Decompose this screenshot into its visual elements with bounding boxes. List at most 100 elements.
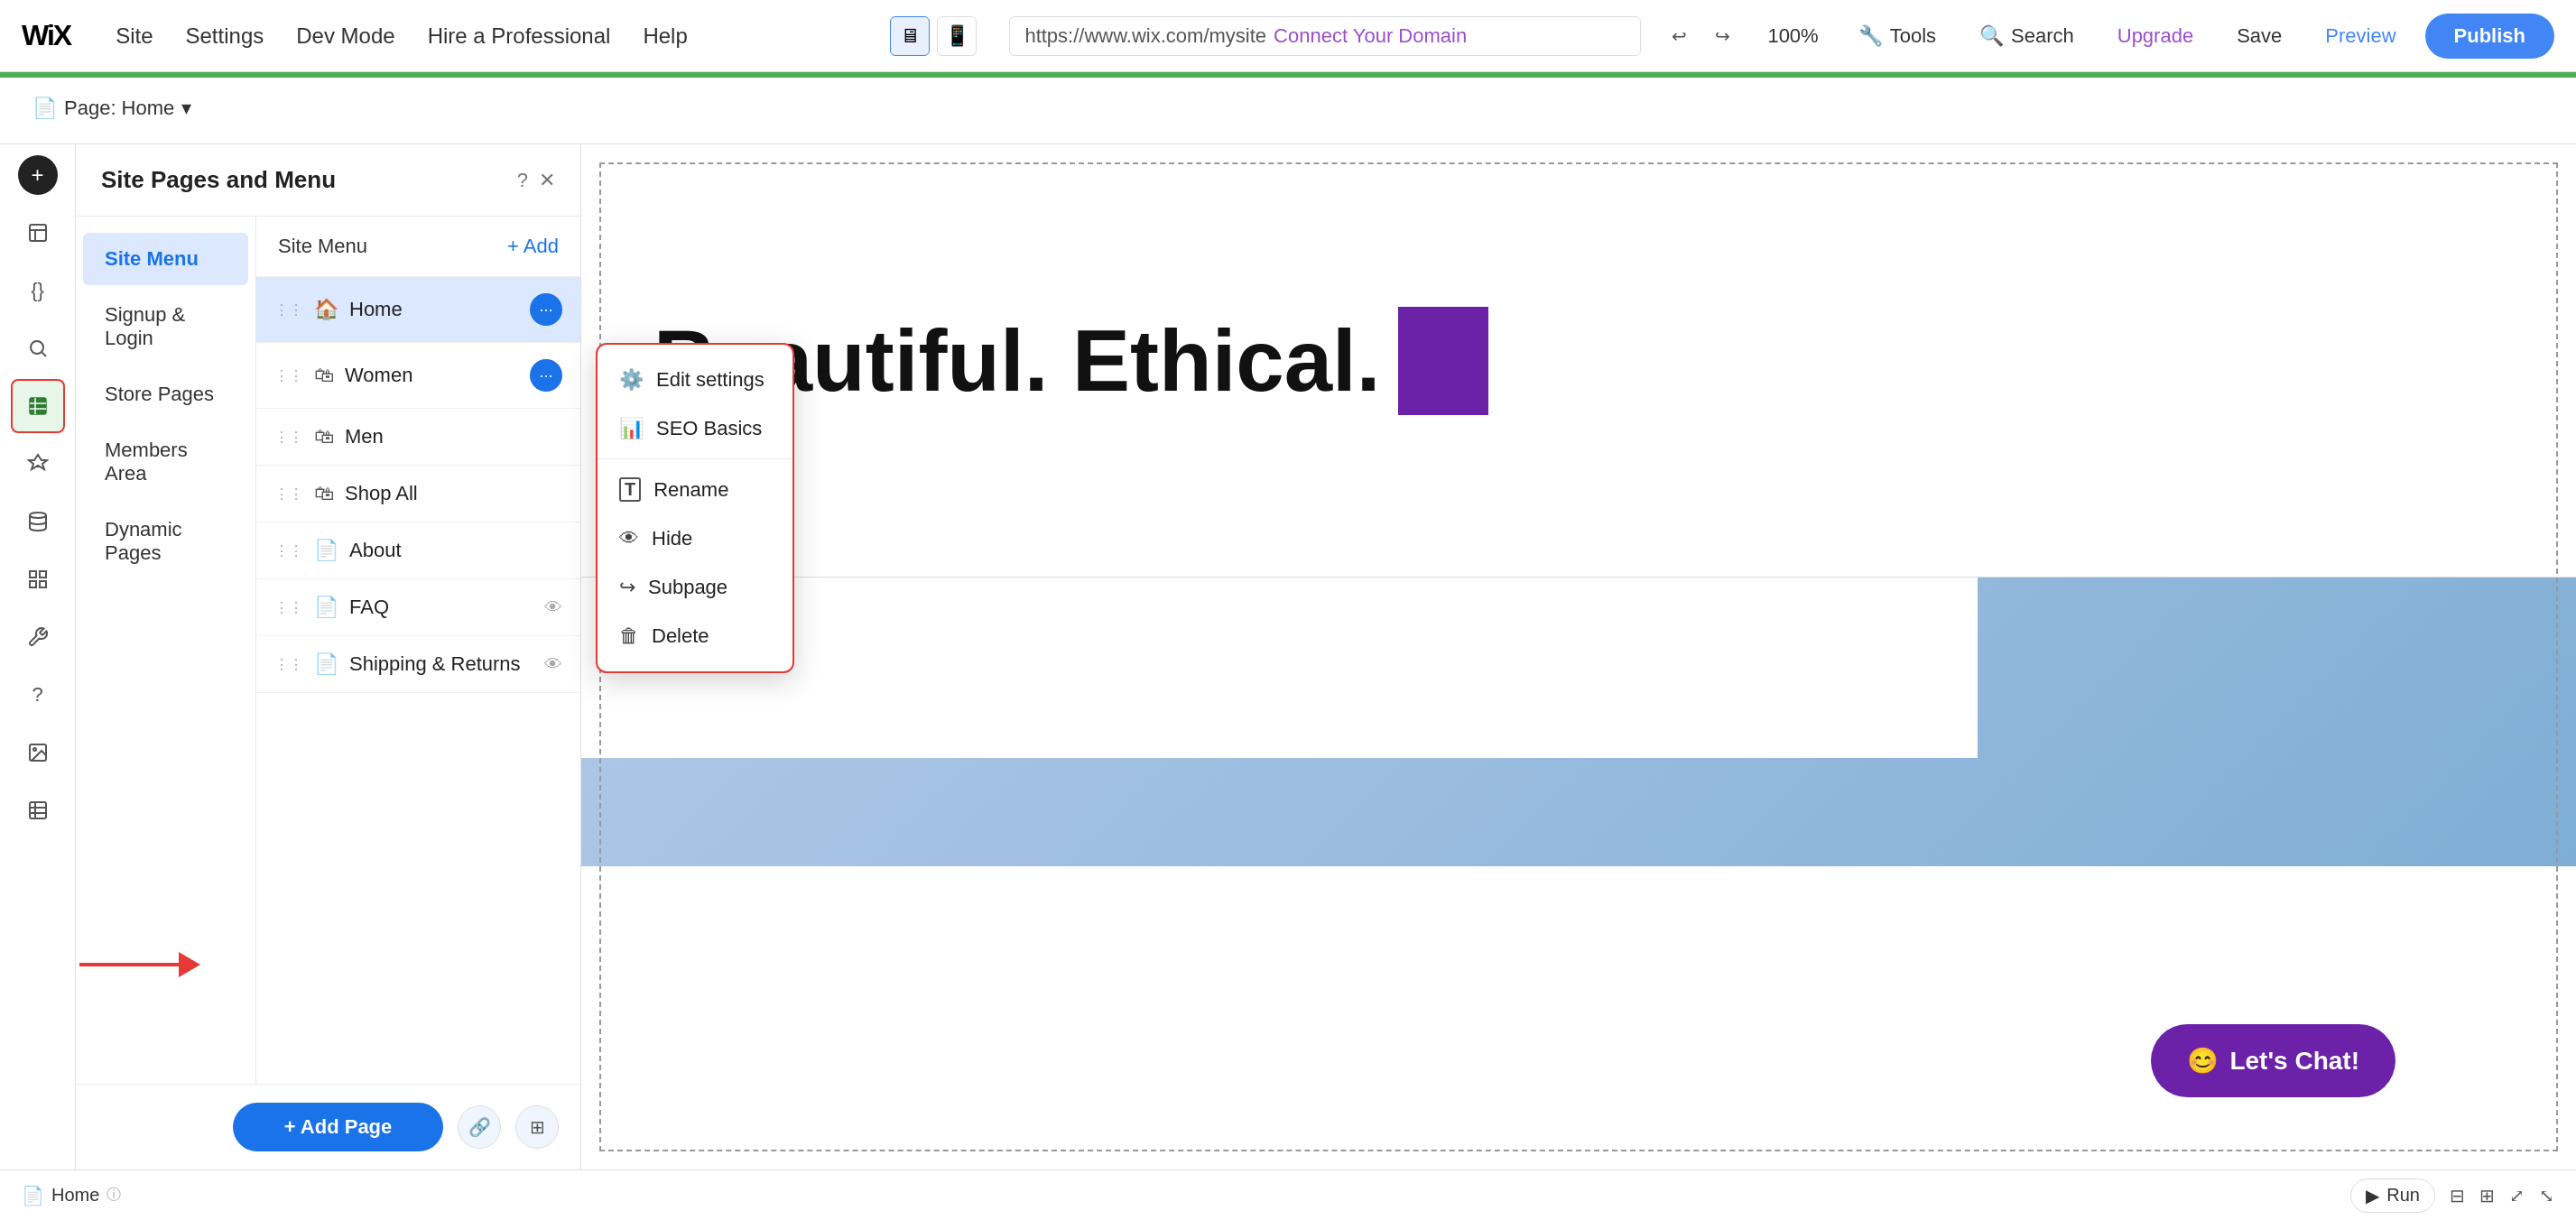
men-label: Men [345,425,562,448]
context-delete[interactable]: 🗑 Delete [598,612,792,661]
context-rename[interactable]: T Rename [598,465,792,514]
nav-help[interactable]: Help [630,16,700,56]
sub-nav-store[interactable]: Store Pages [83,368,248,421]
nav-settings[interactable]: Settings [173,16,277,56]
help-icon[interactable]: ? [517,169,528,192]
save-btn[interactable]: Save [2222,17,2296,55]
upgrade-btn[interactable]: Upgrade [2103,17,2208,55]
nav-devmode[interactable]: Dev Mode [283,16,407,56]
green-line [0,72,2576,78]
arrow-head [179,952,200,977]
bottom-crop-btn[interactable]: ⊞ [2479,1185,2495,1206]
drag-handle-shopall: ⋮⋮ [274,485,303,503]
context-edit-settings[interactable]: ⚙️ Edit settings [598,356,792,404]
sidebar-item-help[interactable]: ? [11,668,65,722]
tools-btn[interactable]: 🔧 Tools [1844,17,1951,55]
add-page-btn[interactable]: + Add Page [233,1103,443,1151]
undo-btn[interactable]: ↩ [1659,16,1699,56]
chat-label: Let's Chat! [2229,1047,2359,1076]
nav-site[interactable]: Site [103,16,165,56]
seo-basics-label: SEO Basics [656,417,762,440]
context-subpage[interactable]: ↪ Subpage [598,563,792,612]
add-element-btn[interactable]: + [18,155,58,195]
chat-btn[interactable]: 😊 Let's Chat! [2151,1024,2395,1097]
gear-icon: ⚙️ [619,368,644,392]
hide-icon: 👁 [619,527,639,550]
mobile-btn[interactable]: 📱 [937,16,977,56]
run-btn[interactable]: ▶ Run [2350,1178,2435,1213]
red-arrow [79,952,200,977]
women-options-btn[interactable]: ··· [530,359,562,392]
shipping-label: Shipping & Returns [349,652,533,676]
hide-label: Hide [652,527,692,550]
women-label: Women [345,364,519,387]
redo-btn[interactable]: ↪ [1702,16,1742,56]
menu-items-list: ⋮⋮ 🏠 Home ··· ⋮⋮ 🛍 Women ··· ⋮⋮ 🛍 Men [256,277,580,1084]
drag-handle-home: ⋮⋮ [274,301,303,319]
nav-hire[interactable]: Hire a Professional [415,16,624,56]
desktop-btn[interactable]: 🖥 [890,16,930,56]
context-hide[interactable]: 👁 Hide [598,514,792,563]
shipping-page-icon: 📄 [314,652,338,676]
bottom-expand-btn[interactable]: ⤢ [2509,1185,2525,1206]
link-icon-btn[interactable]: 🔗 [458,1105,501,1149]
arrow-line [79,963,179,966]
close-icon[interactable]: ✕ [539,169,555,192]
settings-icon-btn[interactable]: ⊞ [515,1105,559,1149]
top-nav: Site Settings Dev Mode Hire a Profession… [103,16,700,56]
canvas-hero: Beautiful. Ethical. [581,144,2576,578]
delete-label: Delete [652,624,709,648]
delete-icon: 🗑 [619,624,639,648]
sidebar-item-tools[interactable] [11,610,65,664]
sidebar-item-search[interactable] [11,321,65,375]
subpage-icon: ↪ [619,576,635,599]
preview-btn[interactable]: Preview [2311,17,2410,55]
svg-point-9 [30,513,46,518]
svg-rect-5 [30,398,46,414]
search-label: Search [2011,24,2074,48]
sidebar-item-media[interactable] [11,726,65,780]
page-selector[interactable]: 📄 Page: Home ▾ [22,89,202,127]
bottom-settings-btn[interactable]: ⊟ [2450,1185,2465,1206]
sub-nav-site-menu[interactable]: Site Menu [83,233,248,285]
home-options-btn[interactable]: ··· [530,293,562,326]
search-btn[interactable]: 🔍 Search [1965,17,2089,55]
sidebar-item-pages[interactable] [11,206,65,260]
sub-nav-members[interactable]: Members Area [83,424,248,500]
menu-item-home[interactable]: ⋮⋮ 🏠 Home ··· [256,277,580,343]
sub-nav-dynamic[interactable]: Dynamic Pages [83,504,248,579]
bottom-collapse-btn[interactable]: ⤡ [2539,1185,2554,1206]
faq-page-icon: 📄 [314,596,338,619]
sidebar-item-apps[interactable] [11,552,65,606]
sub-nav-signup[interactable]: Signup & Login [83,289,248,365]
drag-handle-men: ⋮⋮ [274,429,303,446]
faq-hidden-icon: 👁 [544,597,562,618]
sidebar-item-code[interactable]: {} [11,263,65,318]
smiley-icon: 😊 [2187,1046,2219,1076]
chevron-down-icon: ▾ [181,97,191,120]
menu-item-women[interactable]: ⋮⋮ 🛍 Women ··· [256,343,580,409]
menu-item-about[interactable]: ⋮⋮ 📄 About [256,522,580,579]
edit-settings-label: Edit settings [656,368,764,392]
context-divider [598,458,792,459]
add-menu-item-btn[interactable]: + Add [507,235,559,258]
home-page-icon: 🏠 [314,298,338,321]
tools-icon: 🔧 [1858,24,1883,48]
sidebar-item-table[interactable] [11,783,65,837]
run-label: Run [2386,1185,2420,1206]
menu-item-shopall[interactable]: ⋮⋮ 🛍 Shop All [256,466,580,522]
connect-domain-link[interactable]: Connect Your Domain [1274,24,1467,48]
sidebar-item-design[interactable] [11,437,65,491]
menu-item-men[interactable]: ⋮⋮ 🛍 Men [256,409,580,466]
url-bar[interactable]: https://www.wix.com/mysite Connect Your … [1009,16,1641,56]
sidebar-item-data[interactable] [11,494,65,549]
sidebar-item-cms[interactable] [11,379,65,433]
context-seo-basics[interactable]: 📊 SEO Basics [598,404,792,453]
publish-btn[interactable]: Publish [2425,14,2554,59]
second-bar: 📄 Page: Home ▾ [0,72,2576,144]
menu-item-shipping[interactable]: ⋮⋮ 📄 Shipping & Returns 👁 [256,636,580,693]
purple-accent [1398,307,1488,415]
menu-item-faq[interactable]: ⋮⋮ 📄 FAQ 👁 [256,579,580,636]
undo-redo: ↩ ↪ [1659,16,1742,56]
device-switcher: 🖥 📱 [890,16,977,56]
